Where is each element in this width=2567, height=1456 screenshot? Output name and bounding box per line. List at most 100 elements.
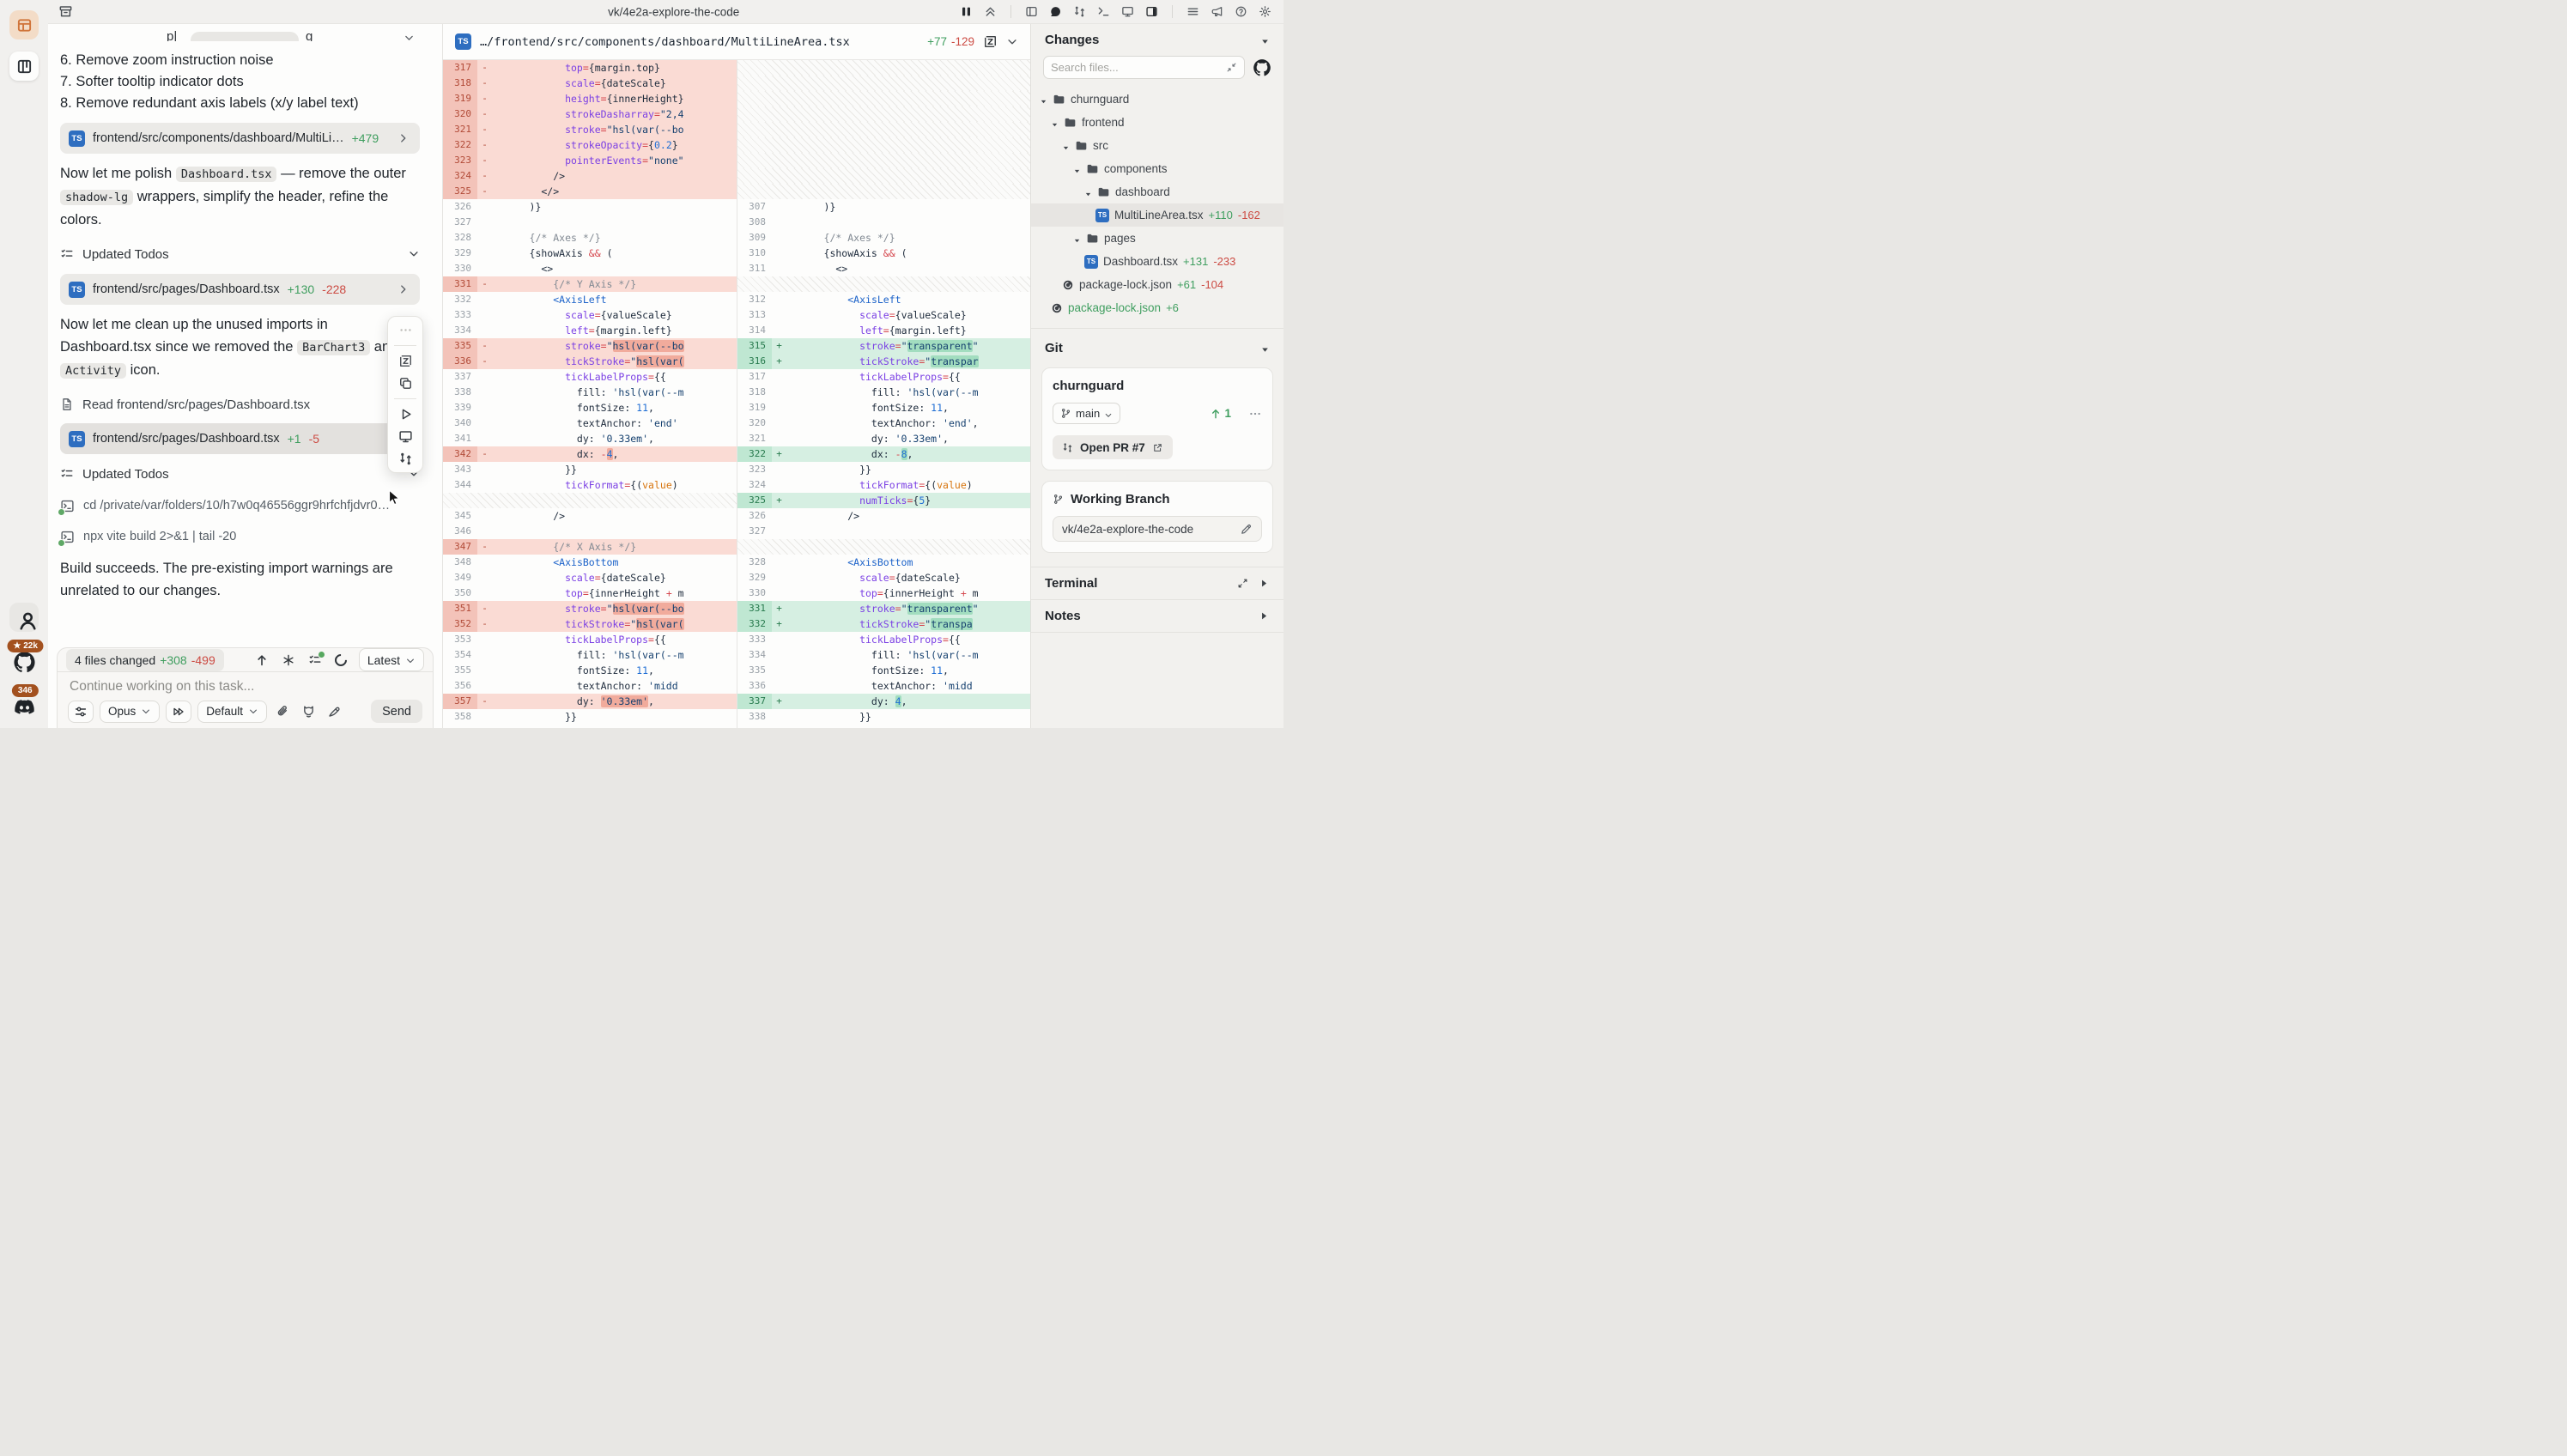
diff-line[interactable]: 313 scale={valueScale} (737, 307, 1030, 323)
diff-line[interactable]: 325+ numTicks={5} (737, 493, 1030, 508)
send-button[interactable]: Send (371, 700, 422, 723)
diff-line[interactable]: 347- {/* X Axis */} (443, 539, 737, 555)
diff-line[interactable]: 328 <AxisBottom (737, 555, 1030, 570)
diff-line[interactable]: 331- {/* Y Axis */} (443, 276, 737, 292)
diff-line[interactable]: 333 scale={valueScale} (443, 307, 737, 323)
panel-left-icon[interactable] (1025, 5, 1038, 18)
diff-line[interactable]: 351- stroke="hsl(var(--bo (443, 601, 737, 616)
diff-line[interactable]: 329 scale={dateScale} (737, 570, 1030, 585)
notes-section-header[interactable]: Notes (1031, 599, 1284, 633)
tree-item-churnguard[interactable]: churnguard (1031, 88, 1284, 111)
zed-icon[interactable] (398, 354, 413, 368)
diff-line[interactable]: 330 <> (443, 261, 737, 276)
diff-line[interactable]: 312 <AxisLeft (737, 292, 1030, 307)
files-changed-pill[interactable]: 4 files changed +308 -499 (66, 649, 224, 671)
file-change-chip[interactable]: TSfrontend/src/pages/Dashboard.tsx+130-2… (60, 274, 420, 305)
diff-line[interactable]: 336- tickStroke="hsl(var( (443, 354, 737, 369)
diff-line[interactable]: 331+ stroke="transparent" (737, 601, 1030, 616)
monitor-icon[interactable] (398, 429, 413, 444)
diff-line[interactable]: 337 tickLabelProps={{ (443, 369, 737, 385)
working-branch-field[interactable]: vk/4e2a-explore-the-code (1053, 516, 1262, 542)
megaphone-icon[interactable] (1211, 5, 1223, 18)
collapse-tree-icon[interactable] (1226, 62, 1237, 73)
diff-line[interactable]: 356 textAnchor: 'midd (443, 678, 737, 694)
terminal-command-row[interactable]: cd /private/var/folders/10/h7w0q46556ggr… (60, 495, 420, 516)
diff-line[interactable]: 337+ dy: 4, (737, 694, 1030, 709)
terminal-command-row[interactable]: npx vite build 2>&1 | tail -20 (60, 526, 420, 547)
todos-status-icon[interactable] (308, 653, 322, 667)
help-icon[interactable] (1235, 5, 1247, 18)
diff-line[interactable]: 353 tickLabelProps={{ (443, 632, 737, 647)
diff-line[interactable]: 326 )} (443, 199, 737, 215)
diff-line[interactable]: 317- top={margin.top} (443, 60, 737, 76)
diff-line[interactable]: 352- tickStroke="hsl(var( (443, 616, 737, 632)
github-icon[interactable] (1253, 58, 1271, 77)
diff-line[interactable]: 339 fontSize: 11, (443, 400, 737, 416)
diff-line[interactable]: 327 (443, 215, 737, 230)
search-input[interactable]: Search files... (1043, 56, 1245, 79)
read-file-row[interactable]: Read frontend/src/pages/Dashboard.tsx (60, 394, 420, 415)
diff-line[interactable]: 317 tickLabelProps={{ (737, 369, 1030, 385)
diff-line[interactable]: 358 }} (443, 709, 737, 725)
diff-line[interactable]: 323 }} (737, 462, 1030, 477)
diff-line[interactable]: 336 textAnchor: 'midd (737, 678, 1030, 694)
chat-bubble-icon[interactable] (1049, 5, 1062, 18)
diff-line[interactable]: 346 (443, 524, 737, 539)
tree-item-pages[interactable]: pages (1031, 227, 1284, 250)
diff-line[interactable]: 323- pointerEvents="none" (443, 153, 737, 168)
diff-line[interactable]: 328 {/* Axes */} (443, 230, 737, 246)
diff-line[interactable]: 332 <AxisLeft (443, 292, 737, 307)
menu-icon[interactable] (1186, 5, 1199, 18)
diff-line[interactable]: 340 textAnchor: 'end' (443, 416, 737, 431)
diff-right-col[interactable]: 307 )}308309 {/* Axes */}310 {showAxis &… (737, 60, 1030, 728)
chat-messages[interactable]: p|g6. Remove zoom instruction noise7. So… (48, 24, 442, 728)
copy-icon[interactable] (398, 376, 413, 391)
mode-selector[interactable]: Default (197, 701, 267, 723)
composer-settings-button[interactable] (68, 701, 94, 723)
open-in-editor-icon[interactable] (983, 34, 998, 49)
archive-icon[interactable] (58, 4, 73, 19)
tree-item-components[interactable]: components (1031, 157, 1284, 180)
diff-line[interactable]: 311 <> (737, 261, 1030, 276)
rail-person-button[interactable] (9, 603, 39, 632)
updated-todos-row[interactable]: Updated Todos (60, 463, 420, 485)
diff-line[interactable]: 343 }} (443, 462, 737, 477)
diff-line[interactable]: 324 tickFormat={(value) (737, 477, 1030, 493)
diff-line[interactable]: 357- dy: '0.33em', (443, 694, 737, 709)
diff-line[interactable]: 318- scale={dateScale} (443, 76, 737, 91)
diff-line[interactable]: 318 fill: 'hsl(var(--m (737, 385, 1030, 400)
play-icon[interactable] (398, 407, 413, 422)
version-dropdown[interactable]: Latest (359, 648, 424, 671)
diff-line[interactable]: 327 (737, 524, 1030, 539)
diff-line[interactable]: 350 top={innerHeight + m (443, 585, 737, 601)
chevron-down-icon[interactable] (1006, 36, 1018, 48)
diff-line[interactable]: 348 <AxisBottom (443, 555, 737, 570)
edit-branch-icon[interactable] (1240, 523, 1253, 536)
cat-icon[interactable] (301, 704, 316, 719)
more-options-icon[interactable] (1248, 407, 1262, 421)
rail-github-button[interactable]: ★ 22k (9, 647, 39, 676)
scroll-to-top-icon[interactable] (255, 653, 269, 667)
diff-line[interactable]: 321- stroke="hsl(var(--bo (443, 122, 737, 137)
changes-section-header[interactable]: Changes (1031, 24, 1284, 54)
tree-item-dashboard[interactable]: dashboard (1031, 180, 1284, 203)
diff-line[interactable]: 326 /> (737, 508, 1030, 524)
pause-icon[interactable] (960, 5, 973, 18)
file-change-chip[interactable]: TSfrontend/src/components/dashboard/Mult… (60, 123, 420, 154)
terminal-icon[interactable] (1097, 5, 1110, 18)
diff-line[interactable]: 316+ tickStroke="transpar (737, 354, 1030, 369)
rail-discord-button[interactable]: 346 (9, 692, 39, 721)
diff-line[interactable]: 308 (737, 215, 1030, 230)
tree-item-package-lock-json[interactable]: package-lock.json+61-104 (1031, 273, 1284, 296)
diff-line[interactable]: 355 fontSize: 11, (443, 663, 737, 678)
diff-line[interactable]: 334 left={margin.left} (443, 323, 737, 338)
tree-item-src[interactable]: src (1031, 134, 1284, 157)
dots-icon[interactable] (398, 323, 413, 337)
diff-line[interactable]: 342- dx: -4, (443, 446, 737, 462)
git-compare-icon[interactable] (398, 452, 413, 466)
diff-line[interactable]: 319- height={innerHeight} (443, 91, 737, 106)
message-input[interactable]: Continue working on this task... (68, 677, 422, 700)
diff-line[interactable]: 314 left={margin.left} (737, 323, 1030, 338)
diff-line[interactable]: 335 fontSize: 11, (737, 663, 1030, 678)
fast-forward-button[interactable] (166, 701, 191, 723)
